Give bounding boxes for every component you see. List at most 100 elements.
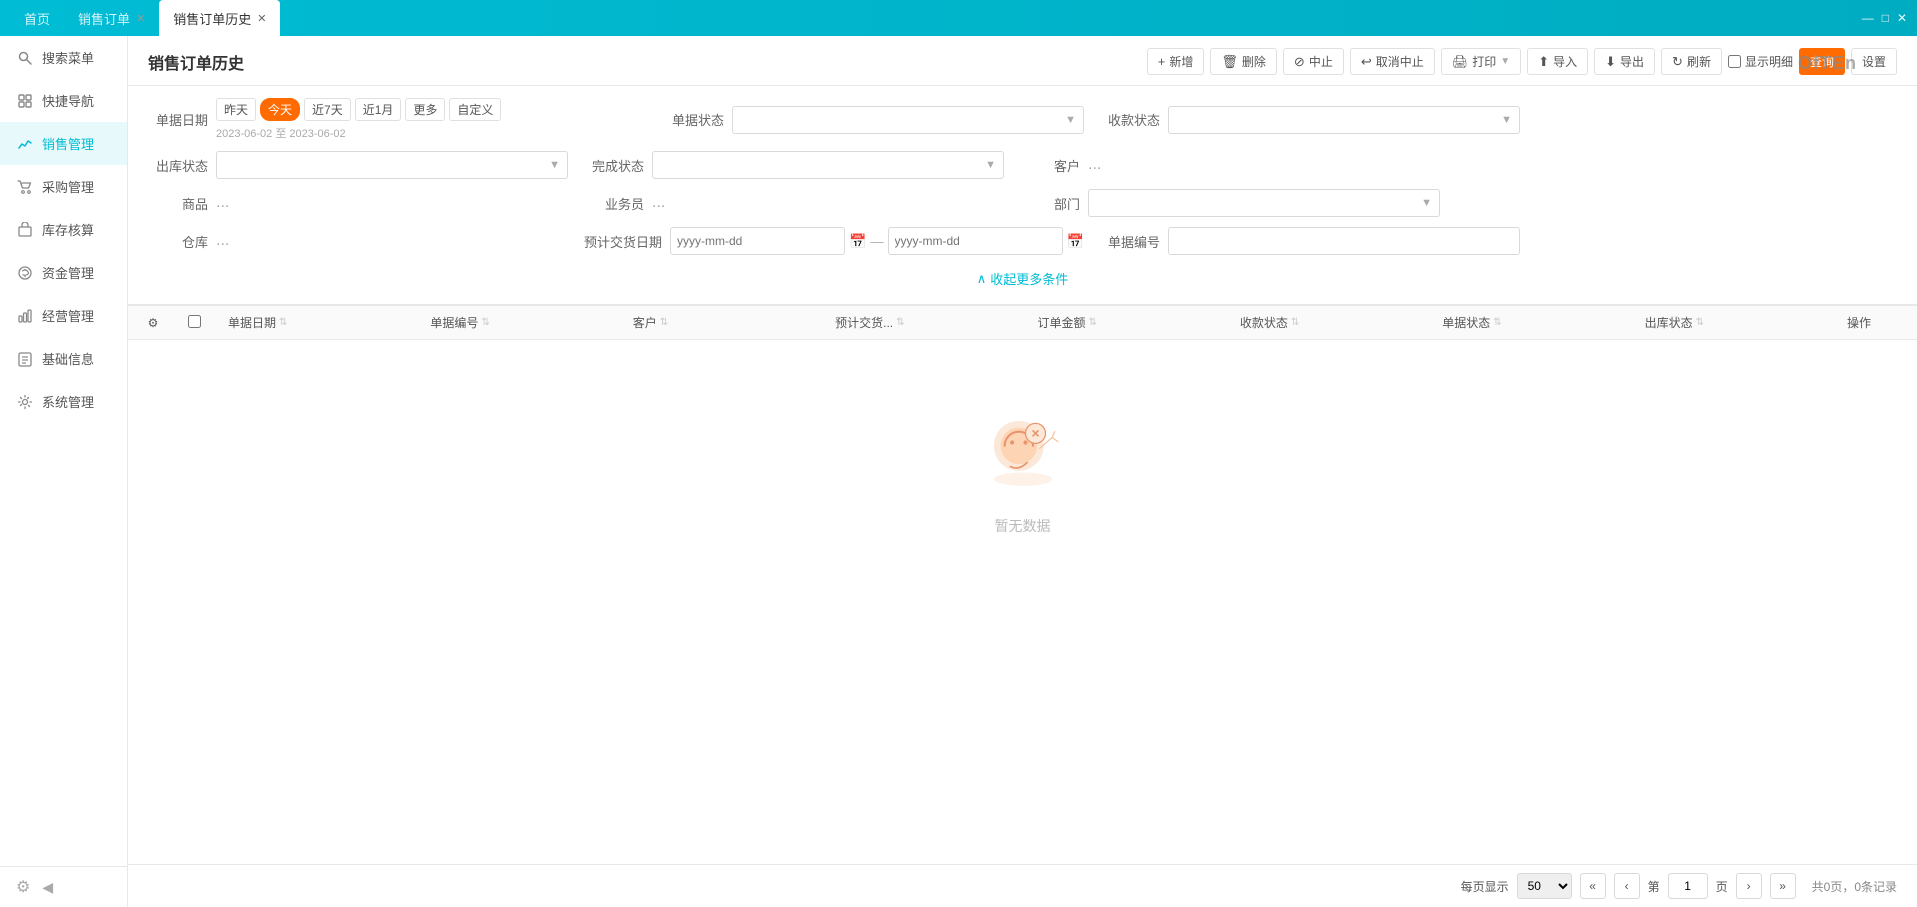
show-detail-wrap[interactable]: 显示明细 — [1728, 53, 1793, 70]
tab-sales-order-history-close[interactable]: ✕ — [257, 12, 266, 25]
stop-icon: ⊘ — [1294, 54, 1305, 70]
order-no-input[interactable] — [1168, 227, 1520, 255]
sidebar-item-inventory[interactable]: 库存核算 — [0, 208, 127, 251]
window-maximize[interactable]: □ — [1882, 11, 1889, 25]
search-menu-icon — [16, 49, 34, 67]
sidebar-item-operations[interactable]: 经营管理 — [0, 294, 127, 337]
product-filter-label: 商品 — [148, 194, 208, 213]
cancel-stop-label: 取消中止 — [1376, 53, 1424, 70]
col-date-sort-icon: ⇅ — [279, 317, 287, 328]
table-col-delivery-date[interactable]: 预计交货...⇅ — [825, 306, 1027, 340]
settings-button[interactable]: 设置 — [1851, 48, 1897, 75]
warehouse-ellipsis-btn[interactable]: ... — [216, 232, 229, 250]
tab-home-label: 首页 — [24, 9, 50, 28]
quick-nav-icon — [16, 92, 34, 110]
col-order-status-label: 单据状态 — [1442, 314, 1490, 331]
tabs-area: 首页 销售订单 ✕ 销售订单历史 ✕ — [10, 0, 280, 36]
col-operation-label: 操作 — [1847, 316, 1871, 330]
first-page-button[interactable]: « — [1580, 873, 1606, 899]
window-minimize[interactable]: — — [1862, 11, 1874, 25]
last-page-button[interactable]: » — [1770, 873, 1796, 899]
delete-button[interactable]: 🗑 删除 — [1210, 48, 1277, 75]
data-table: ⚙ 单据日期⇅ 单据编号⇅ 客户⇅ — [128, 305, 1917, 596]
delivery-date-start-input[interactable] — [670, 227, 845, 255]
date-btn-1month[interactable]: 近1月 — [355, 98, 402, 121]
product-ellipsis-btn[interactable]: ... — [216, 194, 229, 212]
print-dropdown-icon: ▼ — [1500, 56, 1510, 67]
new-icon: + — [1158, 54, 1166, 69]
next-page-button[interactable]: › — [1736, 873, 1762, 899]
print-button[interactable]: 🖨 打印 ▼ — [1441, 48, 1521, 75]
dept-select[interactable] — [1088, 189, 1440, 217]
sidebar-item-purchase-mgmt[interactable]: 采购管理 — [0, 165, 127, 208]
table-col-date[interactable]: 单据日期⇅ — [218, 306, 420, 340]
sidebar-settings-icon[interactable]: ⚙ — [16, 877, 30, 897]
table-col-order-no[interactable]: 单据编号⇅ — [420, 306, 622, 340]
print-icon: 🖨 — [1452, 54, 1469, 70]
delivery-status-select[interactable] — [216, 151, 568, 179]
sidebar-item-quick-nav[interactable]: 快捷导航 — [0, 79, 127, 122]
toolbar: + 新增 🗑 删除 ⊘ 中止 ↩ 取消中止 🖨 打印 — [1147, 48, 1897, 85]
page-size-select[interactable]: 50 10 20 100 — [1517, 873, 1572, 899]
delivery-date-range: 📅 — 📅 — [670, 227, 1084, 255]
table-col-customer[interactable]: 客户⇅ — [623, 306, 825, 340]
sidebar-item-system[interactable]: 系统管理 — [0, 380, 127, 423]
table-settings-th[interactable]: ⚙ — [128, 306, 178, 340]
delivery-status-select-wrap: ▼ — [216, 151, 568, 179]
table-col-order-status[interactable]: 单据状态⇅ — [1432, 306, 1634, 340]
date-btn-custom[interactable]: 自定义 — [449, 98, 501, 121]
table-col-amount[interactable]: 订单金额⇅ — [1028, 306, 1230, 340]
col-payment-status-sort-icon: ⇅ — [1291, 317, 1299, 328]
tab-sales-order-history[interactable]: 销售订单历史 ✕ — [159, 0, 280, 36]
refresh-button[interactable]: ↻ 刷新 — [1661, 48, 1722, 75]
page-size-label: 每页显示 — [1461, 878, 1509, 895]
sidebar-collapse-icon[interactable]: ◀ — [42, 879, 53, 896]
table-col-payment-status[interactable]: 收款状态⇅ — [1230, 306, 1432, 340]
show-detail-checkbox[interactable] — [1728, 55, 1741, 68]
tab-sales-order-close[interactable]: ✕ — [136, 12, 145, 25]
complete-status-select[interactable] — [652, 151, 1004, 179]
page-label: 页 — [1716, 878, 1728, 895]
order-no-filter-label: 单据编号 — [1100, 232, 1160, 251]
cancel-stop-button[interactable]: ↩ 取消中止 — [1350, 48, 1435, 75]
page-header: 销售订单历史 + 新增 🗑 删除 ⊘ 中止 ↩ 取消中止 — [128, 36, 1917, 86]
query-button[interactable]: 查询 — [1799, 48, 1845, 75]
date-btn-yesterday[interactable]: 昨天 — [216, 98, 256, 121]
filter-more-label: 收起更多条件 — [990, 269, 1068, 288]
new-button[interactable]: + 新增 — [1147, 48, 1205, 75]
select-all-checkbox[interactable] — [188, 315, 201, 328]
query-label: 查询 — [1810, 53, 1834, 70]
tab-sales-order[interactable]: 销售订单 ✕ — [64, 0, 159, 36]
tab-home[interactable]: 首页 — [10, 0, 64, 36]
date-btn-today[interactable]: 今天 — [260, 98, 300, 121]
import-button[interactable]: ⬆ 导入 — [1527, 48, 1588, 75]
complete-status-label: 完成状态 — [584, 156, 644, 175]
date-btn-more[interactable]: 更多 — [405, 98, 445, 121]
stop-button[interactable]: ⊘ 中止 — [1283, 48, 1344, 75]
table-col-delivery-status[interactable]: 出库状态⇅ — [1635, 306, 1837, 340]
filter-more-button[interactable]: ∧ 收起更多条件 — [148, 265, 1897, 292]
delivery-date-end-cal-icon[interactable]: 📅 — [1067, 233, 1084, 250]
filter-date-field: 单据日期 昨天 今天 近7天 近1月 更多 自定义 2023-06-02 至 2… — [148, 98, 648, 141]
date-btn-7days[interactable]: 近7天 — [304, 98, 351, 121]
payment-status-select[interactable] — [1168, 106, 1520, 134]
delivery-status-label: 出库状态 — [148, 156, 208, 175]
sidebar-item-info[interactable]: 基础信息 — [0, 337, 127, 380]
stop-label: 中止 — [1309, 53, 1333, 70]
order-status-select[interactable] — [732, 106, 1084, 134]
sidebar-item-search-menu[interactable]: 搜索菜单 — [0, 36, 127, 79]
page-number-input[interactable] — [1668, 873, 1708, 899]
prev-page-button[interactable]: ‹ — [1614, 873, 1640, 899]
page-title: 销售订单历史 — [148, 50, 244, 84]
sidebar-item-finance[interactable]: 资金管理 — [0, 251, 127, 294]
table-checkbox-th — [178, 306, 218, 340]
inventory-icon — [16, 221, 34, 239]
delivery-date-start-cal-icon[interactable]: 📅 — [849, 233, 866, 250]
customer-ellipsis-btn[interactable]: ... — [1088, 156, 1101, 174]
salesperson-ellipsis-btn[interactable]: ... — [652, 194, 665, 212]
delivery-date-end-input[interactable] — [888, 227, 1063, 255]
window-close[interactable]: ✕ — [1897, 11, 1907, 25]
export-button[interactable]: ⬇ 导出 — [1594, 48, 1655, 75]
delivery-date-separator: — — [871, 234, 884, 249]
sidebar-item-sales-mgmt[interactable]: 销售管理 — [0, 122, 127, 165]
